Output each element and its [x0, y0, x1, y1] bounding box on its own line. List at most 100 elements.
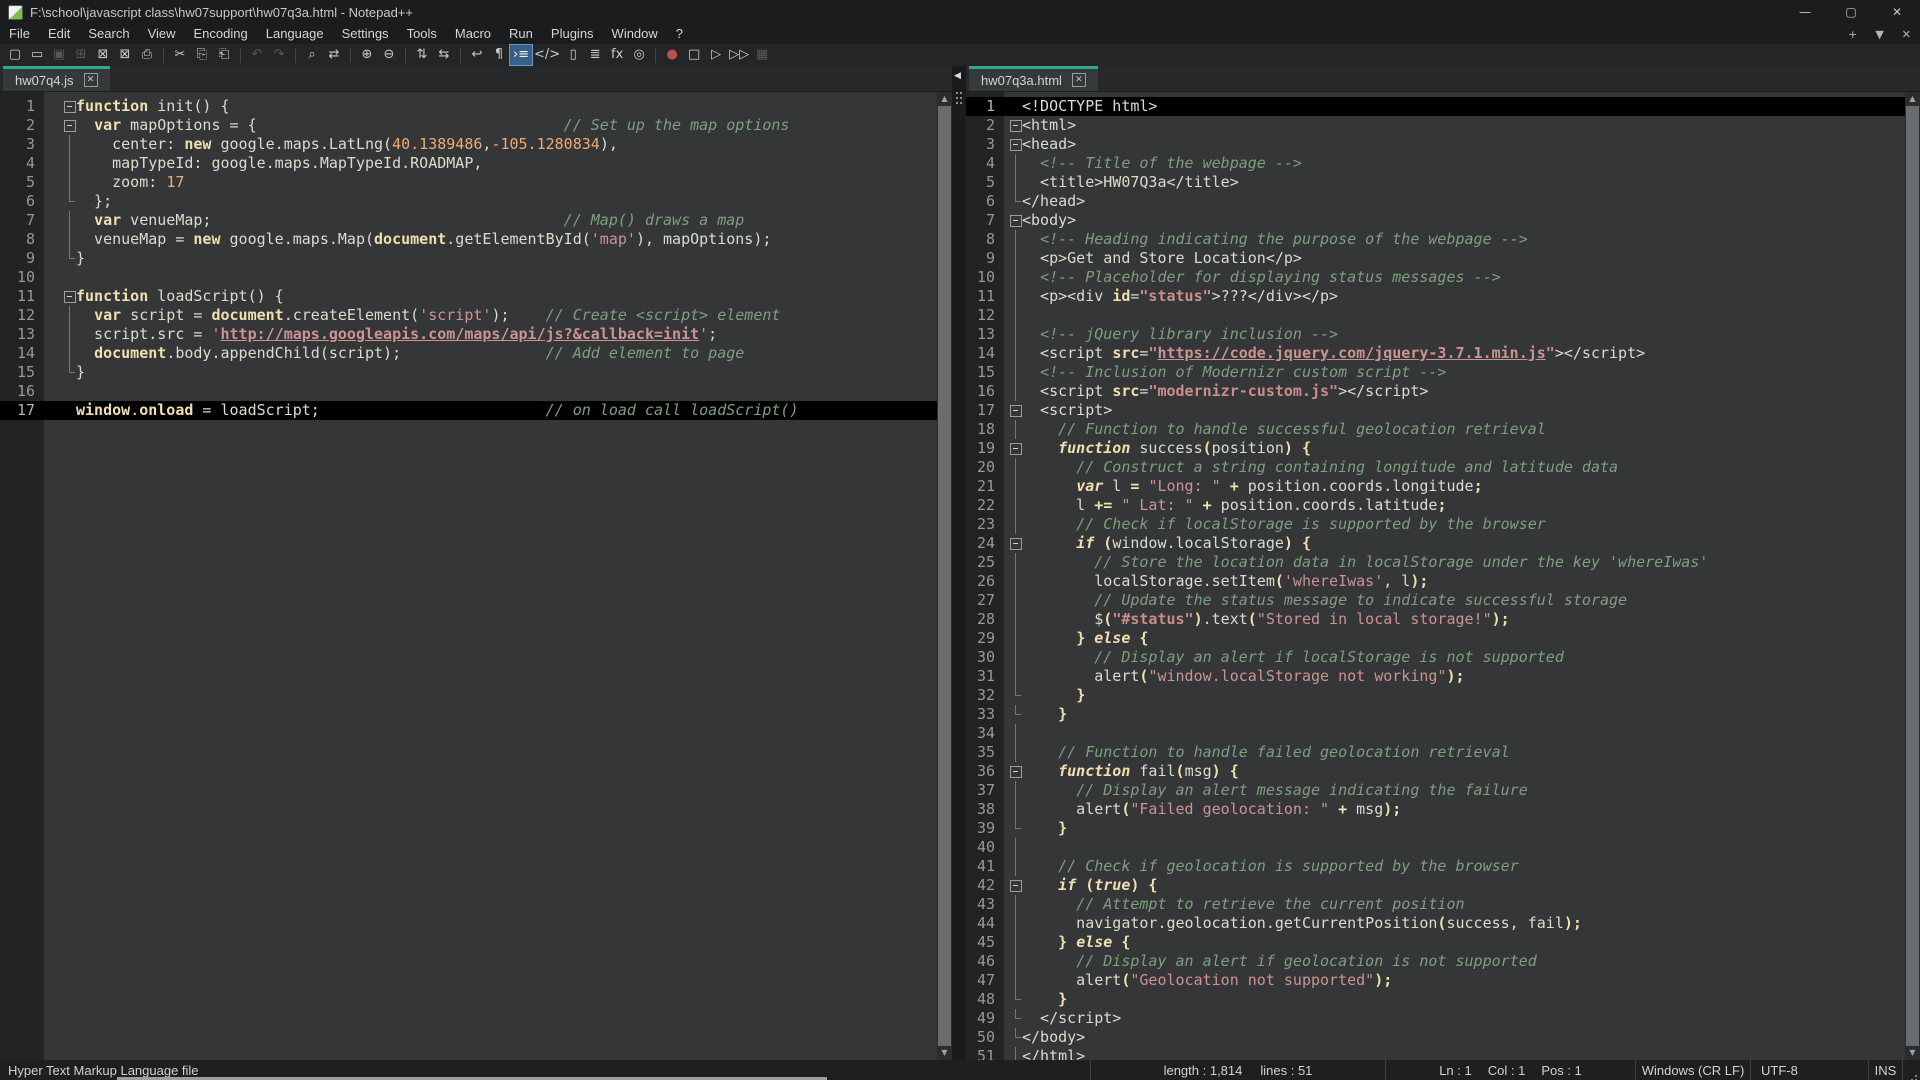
- code-line[interactable]: 36 function fail(msg) {: [966, 762, 1905, 781]
- cut-icon[interactable]: ✂: [169, 45, 191, 65]
- code-line[interactable]: 3 center: new google.maps.LatLng(40.1389…: [0, 135, 937, 154]
- code-line[interactable]: 35 // Function to handle failed geolocat…: [966, 743, 1905, 762]
- code-line[interactable]: 18 // Function to handle successful geol…: [966, 420, 1905, 439]
- document-map-icon[interactable]: ▯: [562, 45, 584, 65]
- code-line[interactable]: 2 <html>: [966, 116, 1905, 135]
- code-line[interactable]: 9}: [0, 249, 937, 268]
- code-line[interactable]: 10 <!-- Placeholder for displaying statu…: [966, 268, 1905, 287]
- code-line[interactable]: 24 if (window.localStorage) {: [966, 534, 1905, 553]
- fold-collapse-icon[interactable]: [1008, 534, 1022, 553]
- resize-grip[interactable]: [1902, 1060, 1920, 1080]
- menu-item-plugins[interactable]: Plugins: [542, 24, 603, 44]
- menu-item-macro[interactable]: Macro: [446, 24, 500, 44]
- code-line[interactable]: 10: [0, 268, 937, 287]
- scroll-down-icon[interactable]: ▼: [937, 1046, 952, 1060]
- code-line[interactable]: 17 <script>: [966, 401, 1905, 420]
- close-icon[interactable]: ✕: [1893, 28, 1920, 41]
- playback-macro-icon[interactable]: ▷: [705, 45, 727, 65]
- code-line[interactable]: 26 localStorage.setItem('whereIwas', l);: [966, 572, 1905, 591]
- code-line[interactable]: 5 zoom: 17: [0, 173, 937, 192]
- function-list-icon[interactable]: fx: [606, 45, 628, 65]
- code-line[interactable]: 30 // Display an alert if localStorage i…: [966, 648, 1905, 667]
- code-line[interactable]: 15 <!-- Inclusion of Modernizr custom sc…: [966, 363, 1905, 382]
- code-line[interactable]: 19 function success(position) {: [966, 439, 1905, 458]
- scroll-up-icon[interactable]: ▲: [1905, 92, 1920, 106]
- code-line[interactable]: 14 document.body.appendChild(script); //…: [0, 344, 937, 363]
- code-line[interactable]: 16: [0, 382, 937, 401]
- menu-item-language[interactable]: Language: [257, 24, 333, 44]
- fold-collapse-icon[interactable]: [1008, 211, 1022, 230]
- code-line[interactable]: 8 venueMap = new google.maps.Map(documen…: [0, 230, 937, 249]
- close-document-icon[interactable]: ⊠: [92, 45, 114, 65]
- menu-item-help[interactable]: ?: [667, 24, 692, 44]
- menu-item-edit[interactable]: Edit: [39, 24, 79, 44]
- code-line[interactable]: 17 window.onload = loadScript; // on load…: [0, 401, 937, 420]
- copy-icon[interactable]: ⎘: [191, 45, 213, 65]
- scroll-up-icon[interactable]: ▲: [937, 92, 952, 106]
- code-line[interactable]: 44 navigator.geolocation.getCurrentPosit…: [966, 914, 1905, 933]
- zoom-out-icon[interactable]: ⊖: [378, 45, 400, 65]
- menu-item-encoding[interactable]: Encoding: [185, 24, 257, 44]
- find-icon[interactable]: ⌕: [301, 45, 323, 65]
- code-line[interactable]: 4 <!-- Title of the webpage -->: [966, 154, 1905, 173]
- show-indent-guide-icon[interactable]: ›≡: [509, 44, 533, 66]
- sync-horizontal-scrolling-icon[interactable]: ⇆: [433, 45, 455, 65]
- code-line[interactable]: 27 // Update the status message to indic…: [966, 591, 1905, 610]
- fold-collapse-icon[interactable]: [62, 116, 76, 135]
- file-monitoring-icon[interactable]: ◎: [628, 45, 650, 65]
- print-icon[interactable]: ⎙: [136, 45, 158, 65]
- show-all-characters-icon[interactable]: ¶: [488, 45, 510, 65]
- code-line[interactable]: 33 }: [966, 705, 1905, 724]
- code-line[interactable]: 28 $("#status").text("Stored in local st…: [966, 610, 1905, 629]
- code-line[interactable]: 3 <head>: [966, 135, 1905, 154]
- code-line[interactable]: 13 <!-- jQuery library inclusion -->: [966, 325, 1905, 344]
- status-encoding[interactable]: UTF-8: [1750, 1060, 1868, 1080]
- fold-collapse-icon[interactable]: [1008, 439, 1022, 458]
- code-line[interactable]: 40: [966, 838, 1905, 857]
- code-line[interactable]: 38 alert("Failed geolocation: " + msg);: [966, 800, 1905, 819]
- menu-item-view[interactable]: View: [139, 24, 185, 44]
- code-line[interactable]: 6 };: [0, 192, 937, 211]
- code-line[interactable]: 22 l += " Lat: " + position.coords.latit…: [966, 496, 1905, 515]
- chevron-down-icon[interactable]: ▼: [1866, 28, 1892, 41]
- replace-icon[interactable]: ⇄: [323, 45, 345, 65]
- minimize-button[interactable]: —: [1782, 0, 1828, 24]
- code-line[interactable]: 5 <title>HW07Q3a</title>: [966, 173, 1905, 192]
- code-line[interactable]: 21 var l = "Long: " + position.coords.lo…: [966, 477, 1905, 496]
- code-line[interactable]: 34: [966, 724, 1905, 743]
- collapse-left-icon[interactable]: ◀: [954, 71, 961, 81]
- code-tags-icon[interactable]: </>: [532, 45, 562, 65]
- zoom-in-icon[interactable]: ⊕: [356, 45, 378, 65]
- code-line[interactable]: 4 mapTypeId: google.maps.MapTypeId.ROADM…: [0, 154, 937, 173]
- code-line[interactable]: 29 } else {: [966, 629, 1905, 648]
- code-line[interactable]: 31 alert("window.localStorage not workin…: [966, 667, 1905, 686]
- code-line[interactable]: 12 var script = document.createElement('…: [0, 306, 937, 325]
- document-list-icon[interactable]: ≣: [584, 45, 606, 65]
- record-macro-icon[interactable]: ●: [661, 45, 683, 65]
- paste-icon[interactable]: ⎗: [213, 45, 235, 65]
- status-eol-format[interactable]: Windows (CR LF): [1635, 1060, 1750, 1080]
- menu-item-run[interactable]: Run: [500, 24, 542, 44]
- code-line[interactable]: 8 <!-- Heading indicating the purpose of…: [966, 230, 1905, 249]
- code-line[interactable]: 50 </body>: [966, 1028, 1905, 1047]
- code-line[interactable]: 23 // Check if localStorage is supported…: [966, 515, 1905, 534]
- fold-collapse-icon[interactable]: [1008, 876, 1022, 895]
- code-line[interactable]: 48 }: [966, 990, 1905, 1009]
- scroll-down-icon[interactable]: ▼: [1905, 1046, 1920, 1060]
- fold-collapse-icon[interactable]: [62, 287, 76, 306]
- fold-collapse-icon[interactable]: [62, 97, 76, 116]
- code-line[interactable]: 41 // Check if geolocation is supported …: [966, 857, 1905, 876]
- code-line[interactable]: 20 // Construct a string containing long…: [966, 458, 1905, 477]
- left-vertical-scrollbar[interactable]: ▲ ▼: [937, 92, 952, 1060]
- run-macro-multiple-times-icon[interactable]: ▷▷: [727, 45, 751, 65]
- code-line[interactable]: 15}: [0, 363, 937, 382]
- sync-vertical-scrolling-icon[interactable]: ⇅: [411, 45, 433, 65]
- code-line[interactable]: 7 <body>: [966, 211, 1905, 230]
- tab-close-icon[interactable]: ✕: [1071, 73, 1086, 87]
- fold-collapse-icon[interactable]: [1008, 116, 1022, 135]
- code-line[interactable]: 43 // Attempt to retrieve the current po…: [966, 895, 1905, 914]
- code-line[interactable]: 11 <p><div id="status">???</div></p>: [966, 287, 1905, 306]
- code-line[interactable]: 9 <p>Get and Store Location</p>: [966, 249, 1905, 268]
- menu-item-file[interactable]: File: [0, 24, 39, 44]
- menu-item-settings[interactable]: Settings: [333, 24, 398, 44]
